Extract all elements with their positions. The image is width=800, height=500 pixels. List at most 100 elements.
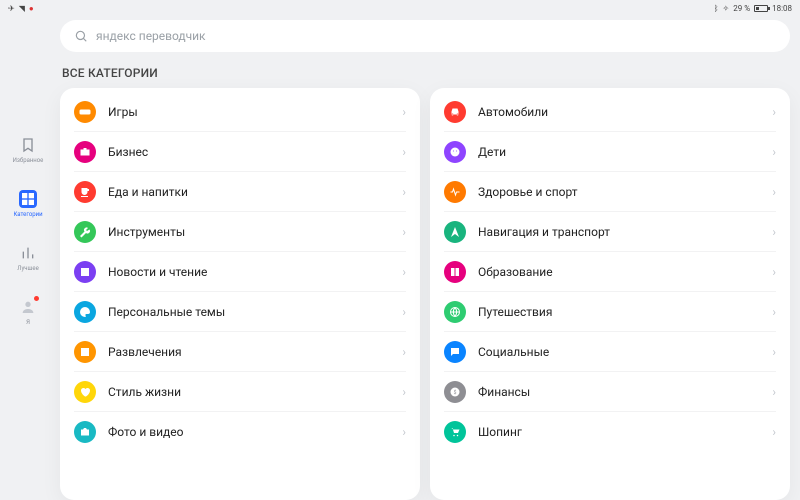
status-bar: ✈ ◥ ● ᛒ ✧ 29 % 18:08 [0,0,800,16]
sidebar: Избранное Категории Лучшее Я [0,16,56,500]
category-row[interactable]: Здоровье и спорт › [430,172,790,212]
search-placeholder: яндекс переводчик [96,29,206,43]
camera-icon [74,421,96,443]
category-row[interactable]: Бизнес › [60,132,420,172]
search-icon [74,29,88,43]
category-row[interactable]: Игры › [60,92,420,132]
status-left: ✈ ◥ ● [8,4,34,13]
category-label: Игры [108,105,390,119]
connect-icon: ● [29,4,34,13]
briefcase-icon [74,141,96,163]
category-row[interactable]: Инструменты › [60,212,420,252]
category-label: Образование [478,265,760,279]
chevron-right-icon: › [772,265,776,279]
category-label: Фото и видео [108,425,390,439]
category-row[interactable]: Еда и напитки › [60,172,420,212]
category-label: Развлечения [108,345,390,359]
category-row[interactable]: Дети › [430,132,790,172]
grid-icon [19,190,37,208]
category-label: Шопинг [478,425,760,439]
category-label: Навигация и транспорт [478,225,760,239]
pulse-icon [444,181,466,203]
category-label: Еда и напитки [108,185,390,199]
category-row[interactable]: Новости и чтение › [60,252,420,292]
wrench-icon [74,221,96,243]
cup-icon [74,181,96,203]
chevron-right-icon: › [402,145,406,159]
search-input[interactable]: яндекс переводчик [60,20,790,52]
status-time: 18:08 [772,4,792,13]
chevron-right-icon: › [772,105,776,119]
chevron-right-icon: › [772,345,776,359]
sidebar-item-me[interactable]: Я [19,298,37,326]
category-label: Здоровье и спорт [478,185,760,199]
category-row[interactable]: Стиль жизни › [60,372,420,412]
chevron-right-icon: › [772,185,776,199]
chevron-right-icon: › [402,105,406,119]
category-label: Бизнес [108,145,390,159]
chevron-right-icon: › [772,425,776,439]
category-row[interactable]: Социальные › [430,332,790,372]
svg-text:$: $ [454,389,457,396]
book-icon [444,261,466,283]
category-row[interactable]: Автомобили › [430,92,790,132]
heart-icon [74,381,96,403]
category-row[interactable]: Путешествия› [430,292,790,332]
palette-icon [74,301,96,323]
vpn-icon: ◥ [19,4,25,13]
category-row[interactable]: Персональные темы › [60,292,420,332]
chevron-right-icon: › [402,425,406,439]
category-label: Стиль жизни [108,385,390,399]
category-row[interactable]: Образование › [430,252,790,292]
coin-icon: $ [444,381,466,403]
category-label: Новости и чтение [108,265,390,279]
telegram-icon: ✈ [8,4,15,13]
sidebar-item-favorites[interactable]: Избранное [13,136,44,164]
news-icon [74,261,96,283]
category-row[interactable]: Шопинг › [430,412,790,452]
film-icon [74,341,96,363]
battery-icon [754,5,768,12]
chevron-right-icon: › [402,225,406,239]
chevron-right-icon: › [772,145,776,159]
chevron-right-icon: › [402,185,406,199]
category-label: Персональные темы [108,305,390,319]
face-icon [444,141,466,163]
globe-icon [444,301,466,323]
profile-icon [19,298,37,316]
status-right: ᛒ ✧ 29 % 18:08 [714,4,792,13]
chevron-right-icon: › [402,265,406,279]
chat-icon [444,341,466,363]
chart-icon [19,244,37,262]
battery-percent: 29 % [733,4,750,13]
category-row[interactable]: $Финансы› [430,372,790,412]
category-column-left: Игры›Бизнес›Еда и напитки›Инструменты›Но… [60,88,420,500]
chevron-right-icon: › [772,225,776,239]
nav-icon [444,221,466,243]
bluetooth-icon: ᛒ [714,4,719,13]
category-label: Автомобили [478,105,760,119]
gamepad-icon [74,101,96,123]
category-row[interactable]: Фото и видео › [60,412,420,452]
chevron-right-icon: › [402,385,406,399]
cart-icon [444,421,466,443]
chevron-right-icon: › [772,305,776,319]
category-label: Социальные [478,345,760,359]
sidebar-item-label: Избранное [13,157,44,164]
chevron-right-icon: › [402,305,406,319]
vibrate-icon: ✧ [723,4,730,13]
sidebar-item-label: Лучшее [17,265,39,272]
category-row[interactable]: Навигация и транспорт › [430,212,790,252]
category-row[interactable]: Развлечения › [60,332,420,372]
sidebar-item-top[interactable]: Лучшее [17,244,39,272]
chevron-right-icon: › [402,345,406,359]
sidebar-item-label: Категории [13,211,42,218]
sidebar-item-label: Я [26,319,30,326]
bookmark-icon [19,136,37,154]
category-label: Инструменты [108,225,390,239]
chevron-right-icon: › [772,385,776,399]
car-icon [444,101,466,123]
category-label: Дети [478,145,760,159]
sidebar-item-categories[interactable]: Категории [13,190,42,218]
category-column-right: Автомобили›Дети›Здоровье и спорт›Навигац… [430,88,790,500]
